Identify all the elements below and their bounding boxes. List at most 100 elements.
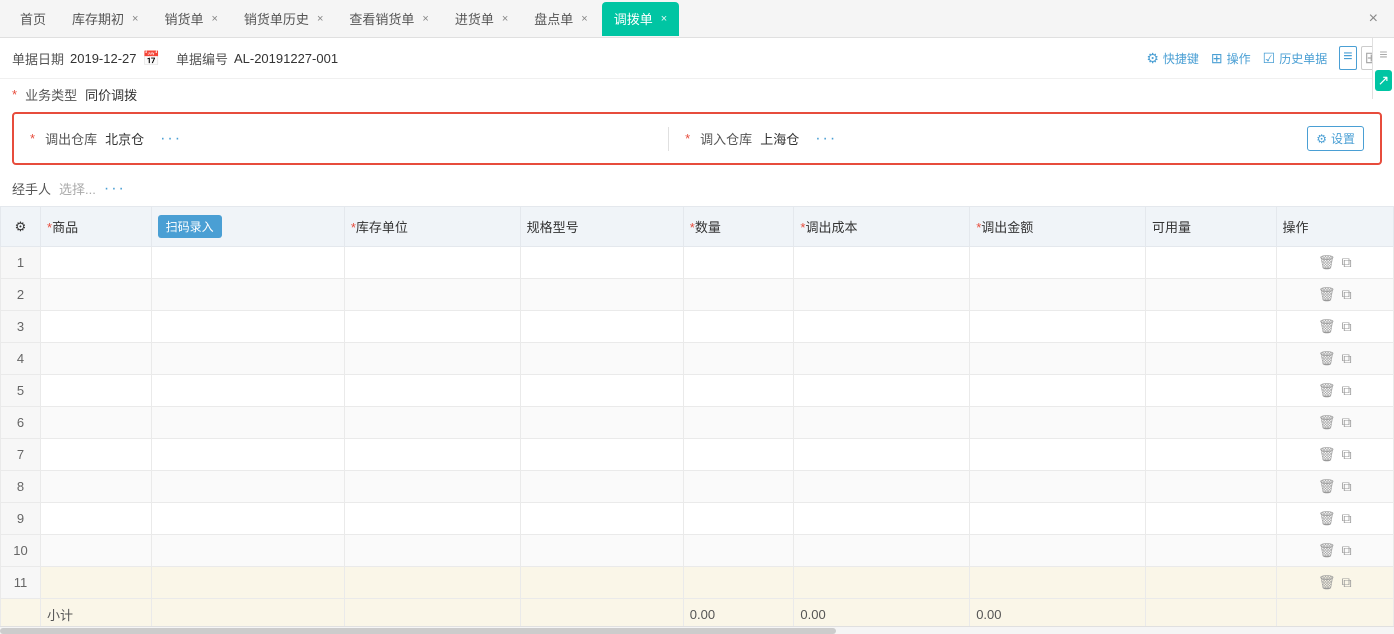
- row-5-spec[interactable]: [520, 375, 683, 407]
- copy-icon-2[interactable]: ⧉: [1342, 286, 1352, 303]
- row-9-product[interactable]: [41, 503, 152, 535]
- sidebar-list-icon[interactable]: ≡: [1379, 46, 1387, 62]
- row-9-qty[interactable]: [683, 503, 794, 535]
- row-4-cost[interactable]: [794, 343, 970, 375]
- tab-close-sales-history[interactable]: ×: [317, 13, 323, 25]
- delete-icon-8[interactable]: 🗑: [1318, 478, 1336, 495]
- row-8-spec[interactable]: [520, 471, 683, 503]
- scan-btn[interactable]: 扫码录入: [158, 215, 222, 238]
- row-8-product[interactable]: [41, 471, 152, 503]
- copy-icon-1[interactable]: ⧉: [1342, 254, 1352, 271]
- row-9-cost[interactable]: [794, 503, 970, 535]
- row-1-unit[interactable]: [344, 247, 520, 279]
- copy-icon-11[interactable]: ⧉: [1342, 574, 1352, 591]
- tab-close-sales-order[interactable]: ×: [211, 13, 217, 25]
- calendar-icon[interactable]: 📅: [143, 50, 160, 67]
- row-7-product[interactable]: [41, 439, 152, 471]
- tab-sales-order[interactable]: 销货单 ×: [152, 2, 229, 36]
- row-9-unit[interactable]: [344, 503, 520, 535]
- row-6-amount[interactable]: [970, 407, 1146, 439]
- copy-icon-6[interactable]: ⧉: [1342, 414, 1352, 431]
- delete-icon-4[interactable]: 🗑: [1318, 350, 1336, 367]
- tab-inventory-count[interactable]: 盘点单 ×: [522, 2, 599, 36]
- table-settings-icon[interactable]: ⚙: [15, 219, 27, 234]
- row-6-qty[interactable]: [683, 407, 794, 439]
- row-7-qty[interactable]: [683, 439, 794, 471]
- row-10-unit[interactable]: [344, 535, 520, 567]
- tab-close-view-sales[interactable]: ×: [422, 13, 428, 25]
- row-3-spec[interactable]: [520, 311, 683, 343]
- handler-more-btn[interactable]: ···: [104, 180, 126, 198]
- history-btn[interactable]: ☑ 历史单据: [1263, 50, 1328, 67]
- row-3-amount[interactable]: [970, 311, 1146, 343]
- row-7-spec[interactable]: [520, 439, 683, 471]
- delete-icon-5[interactable]: 🗑: [1318, 382, 1336, 399]
- row-11-unit[interactable]: [344, 567, 520, 599]
- sidebar-expand-icon[interactable]: ↗: [1375, 70, 1393, 91]
- row-6-unit[interactable]: [344, 407, 520, 439]
- tab-transfer[interactable]: 调拨单 ×: [602, 2, 679, 36]
- row-10-product[interactable]: [41, 535, 152, 567]
- row-3-cost[interactable]: [794, 311, 970, 343]
- copy-icon-8[interactable]: ⧉: [1342, 478, 1352, 495]
- delete-icon-6[interactable]: 🗑: [1318, 414, 1336, 431]
- row-5-unit[interactable]: [344, 375, 520, 407]
- tab-view-sales[interactable]: 查看销货单 ×: [337, 2, 440, 36]
- tab-close-inventory-count[interactable]: ×: [581, 13, 587, 25]
- row-6-spec[interactable]: [520, 407, 683, 439]
- row-10-cost[interactable]: [794, 535, 970, 567]
- delete-icon-10[interactable]: 🗑: [1318, 542, 1336, 559]
- row-11-cost[interactable]: [794, 567, 970, 599]
- row-5-cost[interactable]: [794, 375, 970, 407]
- copy-icon-4[interactable]: ⧉: [1342, 350, 1352, 367]
- tab-home[interactable]: 首页: [8, 2, 58, 36]
- list-view-icon[interactable]: ≡: [1339, 46, 1356, 70]
- global-close-button[interactable]: ×: [1361, 6, 1386, 32]
- row-10-amount[interactable]: [970, 535, 1146, 567]
- row-7-amount[interactable]: [970, 439, 1146, 471]
- row-11-amount[interactable]: [970, 567, 1146, 599]
- row-11-qty[interactable]: [683, 567, 794, 599]
- row-5-qty[interactable]: [683, 375, 794, 407]
- row-9-spec[interactable]: [520, 503, 683, 535]
- row-3-qty[interactable]: [683, 311, 794, 343]
- row-7-unit[interactable]: [344, 439, 520, 471]
- row-8-unit[interactable]: [344, 471, 520, 503]
- delete-icon-3[interactable]: 🗑: [1318, 318, 1336, 335]
- row-8-cost[interactable]: [794, 471, 970, 503]
- copy-icon-9[interactable]: ⧉: [1342, 510, 1352, 527]
- tab-close-transfer[interactable]: ×: [661, 13, 667, 25]
- row-3-product[interactable]: [41, 311, 152, 343]
- row-4-unit[interactable]: [344, 343, 520, 375]
- row-11-product[interactable]: [41, 567, 152, 599]
- delete-icon-7[interactable]: 🗑: [1318, 446, 1336, 463]
- row-2-qty[interactable]: [683, 279, 794, 311]
- delete-icon-1[interactable]: 🗑: [1318, 254, 1336, 271]
- copy-icon-5[interactable]: ⧉: [1342, 382, 1352, 399]
- row-8-qty[interactable]: [683, 471, 794, 503]
- transfer-in-more-btn[interactable]: ···: [815, 130, 837, 148]
- row-2-cost[interactable]: [794, 279, 970, 311]
- row-9-amount[interactable]: [970, 503, 1146, 535]
- scrollbar-thumb[interactable]: [0, 628, 836, 634]
- copy-icon-3[interactable]: ⧉: [1342, 318, 1352, 335]
- tab-inventory-init[interactable]: 库存期初 ×: [60, 2, 150, 36]
- row-3-unit[interactable]: [344, 311, 520, 343]
- row-1-product[interactable]: [41, 247, 152, 279]
- shortcuts-btn[interactable]: ⚙ 快捷键: [1146, 50, 1199, 67]
- row-4-spec[interactable]: [520, 343, 683, 375]
- settings-btn[interactable]: ⚙ 设置: [1307, 126, 1364, 151]
- operations-btn[interactable]: ⊞ 操作: [1211, 50, 1251, 67]
- delete-icon-11[interactable]: 🗑: [1318, 574, 1336, 591]
- delete-icon-9[interactable]: 🗑: [1318, 510, 1336, 527]
- transfer-out-more-btn[interactable]: ···: [160, 130, 182, 148]
- row-4-product[interactable]: [41, 343, 152, 375]
- row-2-product[interactable]: [41, 279, 152, 311]
- row-2-amount[interactable]: [970, 279, 1146, 311]
- row-7-cost[interactable]: [794, 439, 970, 471]
- row-4-qty[interactable]: [683, 343, 794, 375]
- row-8-amount[interactable]: [970, 471, 1146, 503]
- row-6-cost[interactable]: [794, 407, 970, 439]
- delete-icon-2[interactable]: 🗑: [1318, 286, 1336, 303]
- tab-close-inventory-init[interactable]: ×: [132, 13, 138, 25]
